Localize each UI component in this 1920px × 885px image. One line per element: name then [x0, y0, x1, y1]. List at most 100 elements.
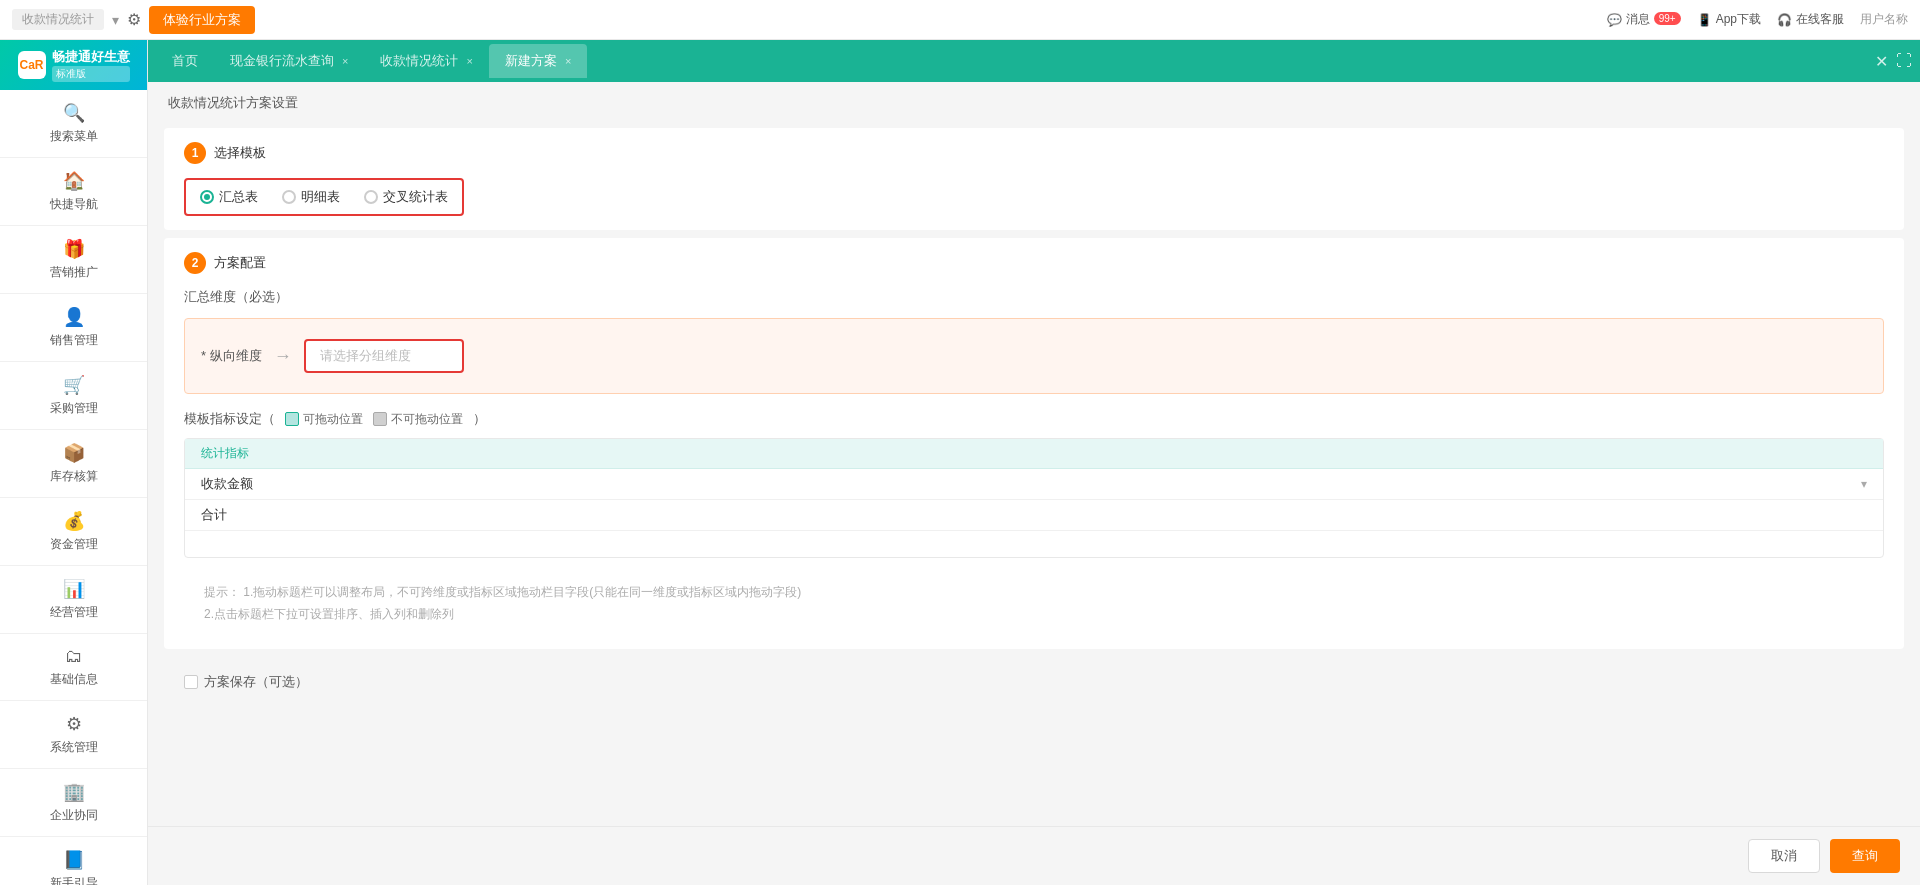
sidebar-item-basic[interactable]: 🗂 基础信息	[0, 634, 147, 701]
step2-label: 2 方案配置	[184, 252, 1884, 274]
sidebar-item-operations[interactable]: 📊 经营管理	[0, 566, 147, 634]
radio-detail-label: 明细表	[301, 188, 340, 206]
tab-expand-icon[interactable]: ⛶	[1896, 52, 1912, 70]
dimension-select[interactable]: 请选择分组维度	[304, 339, 464, 373]
step2-number: 2	[184, 252, 206, 274]
template-options: 汇总表 明细表 交叉统计表	[184, 178, 464, 216]
download-action[interactable]: 📱 App下载	[1697, 11, 1761, 28]
tip-2: 2.点击标题栏下拉可设置排序、插入列和删除列	[204, 604, 1864, 626]
sidebar-label-corp: 企业协同	[50, 807, 98, 824]
tab-stats[interactable]: 收款情况统计 ×	[364, 44, 488, 78]
save-checkbox-label: 方案保存（可选）	[204, 673, 308, 691]
radio-summary-label: 汇总表	[219, 188, 258, 206]
stats-table-header: 统计指标	[185, 439, 1883, 469]
page-title: 收款情况统计方案设置	[168, 95, 298, 110]
metrics-label-text: 模板指标设定（	[184, 410, 275, 428]
dimension-row: * 纵向维度 → 请选择分组维度	[201, 339, 1867, 373]
radio-summary[interactable]: 汇总表	[200, 188, 258, 206]
message-badge: 99+	[1654, 12, 1681, 25]
sidebar-logo: CaR 畅捷通好生意 标准版	[0, 40, 147, 90]
trial-button[interactable]: 体验行业方案	[149, 6, 255, 34]
tab-bank[interactable]: 现金银行流水查询 ×	[214, 44, 364, 78]
step1-title: 选择模板	[214, 144, 266, 162]
tip-1: 提示： 1.拖动标题栏可以调整布局，不可跨维度或指标区域拖动栏目字段(只能在同一…	[204, 582, 1864, 604]
sidebar-item-search[interactable]: 🔍 搜索菜单	[0, 90, 147, 158]
gear-icon[interactable]: ⚙	[127, 10, 141, 29]
tips-section: 提示： 1.拖动标题栏可以调整布局，不可跨维度或指标区域拖动栏目字段(只能在同一…	[184, 572, 1884, 635]
sidebar-label-search: 搜索菜单	[50, 128, 98, 145]
user-name: 用户名称	[1860, 11, 1908, 28]
tab-new-plan[interactable]: 新建方案 ×	[489, 44, 587, 78]
tab-home[interactable]: 首页	[156, 44, 214, 78]
radio-detail[interactable]: 明细表	[282, 188, 340, 206]
stats-amount-label: 收款金额	[201, 475, 253, 493]
search-icon: 🔍	[63, 102, 85, 124]
page-footer: 取消 查询	[148, 826, 1920, 885]
template-section: 1 选择模板 汇总表 明细表	[164, 128, 1904, 230]
sidebar-item-marketing[interactable]: 🎁 营销推广	[0, 226, 147, 294]
sidebar-item-guide[interactable]: 📘 新手引导	[0, 837, 147, 885]
tab-bank-label: 现金银行流水查询	[230, 52, 334, 70]
chevron-down-icon[interactable]: ▾	[112, 12, 119, 28]
message-action[interactable]: 💬 消息 99+	[1607, 11, 1681, 28]
metrics-close-paren: ）	[473, 410, 486, 428]
cancel-button[interactable]: 取消	[1748, 839, 1820, 873]
step2-title: 方案配置	[214, 254, 266, 272]
sidebar-items: 🔍 搜索菜单 🏠 快捷导航 🎁 营销推广 👤 销售管理 🛒 采购管理 📦	[0, 90, 147, 885]
tab-home-label: 首页	[172, 52, 198, 70]
sidebar-item-sales[interactable]: 👤 销售管理	[0, 294, 147, 362]
sidebar-item-finance[interactable]: 💰 资金管理	[0, 498, 147, 566]
draggable-box	[285, 412, 299, 426]
message-label: 消息	[1626, 11, 1650, 28]
sidebar-item-quick-nav[interactable]: 🏠 快捷导航	[0, 158, 147, 226]
save-section: 方案保存（可选）	[164, 661, 1904, 703]
tab-stats-close[interactable]: ×	[466, 55, 472, 67]
top-header: 收款情况统计 ▾ ⚙ 体验行业方案 💬 消息 99+ 📱 App下载 🎧 在线客…	[0, 0, 1920, 40]
sidebar-label-marketing: 营销推广	[50, 264, 98, 281]
save-checkbox[interactable]	[184, 675, 198, 689]
download-icon: 📱	[1697, 13, 1712, 27]
query-button[interactable]: 查询	[1830, 839, 1900, 873]
logo-text: 畅捷通好生意	[52, 48, 130, 66]
edition-badge: 标准版	[52, 66, 130, 82]
sidebar-label-finance: 资金管理	[50, 536, 98, 553]
draggable-text: 可拖动位置	[303, 411, 363, 428]
sidebar-label-purchase: 采购管理	[50, 400, 98, 417]
sidebar-label-sales: 销售管理	[50, 332, 98, 349]
header-left: 收款情况统计 ▾ ⚙ 体验行业方案	[12, 6, 1599, 34]
radio-cross-label: 交叉统计表	[383, 188, 448, 206]
service-action[interactable]: 🎧 在线客服	[1777, 11, 1844, 28]
money-icon: 💰	[63, 510, 85, 532]
stats-amount-dropdown-icon[interactable]: ▾	[1861, 477, 1867, 491]
tab-bank-close[interactable]: ×	[342, 55, 348, 67]
sidebar-label-operations: 经营管理	[50, 604, 98, 621]
tab-close-window-icon[interactable]: ✕	[1875, 52, 1888, 71]
step1-number: 1	[184, 142, 206, 164]
radio-cross[interactable]: 交叉统计表	[364, 188, 448, 206]
sidebar-item-system[interactable]: ⚙ 系统管理	[0, 701, 147, 769]
tab-new-plan-close[interactable]: ×	[565, 55, 571, 67]
stats-cell-total: 合计	[185, 500, 1883, 531]
sidebar-item-inventory[interactable]: 📦 库存核算	[0, 430, 147, 498]
page-title-bar: 收款情况统计方案设置	[148, 82, 1920, 120]
sidebar-item-corp[interactable]: 🏢 企业协同	[0, 769, 147, 837]
save-option-label[interactable]: 方案保存（可选）	[184, 673, 1884, 691]
settings-icon: ⚙	[66, 713, 82, 735]
service-label: 在线客服	[1796, 11, 1844, 28]
sidebar-label-guide: 新手引导	[50, 875, 98, 885]
sidebar-item-purchase[interactable]: 🛒 采购管理	[0, 362, 147, 430]
building-icon: 🏢	[63, 781, 85, 803]
home-icon: 🏠	[63, 170, 85, 192]
arrow-right-icon: →	[274, 346, 292, 367]
stats-cell-amount[interactable]: 收款金额 ▾	[185, 469, 1883, 500]
tab-stats-label: 收款情况统计	[380, 52, 458, 70]
sidebar-label-inventory: 库存核算	[50, 468, 98, 485]
folder-icon: 🗂	[65, 646, 83, 667]
logo-icon: CaR	[18, 51, 46, 79]
non-draggable-text: 不可拖动位置	[391, 411, 463, 428]
stats-total-label: 合计	[201, 506, 227, 524]
breadcrumb-text: 收款情况统计	[12, 9, 104, 30]
user-icon: 👤	[63, 306, 85, 328]
config-section: 2 方案配置 汇总维度（必选） * 纵向维度 → 请选择分组维度 模板指标设定（	[164, 238, 1904, 649]
book-icon: 📘	[63, 849, 85, 871]
